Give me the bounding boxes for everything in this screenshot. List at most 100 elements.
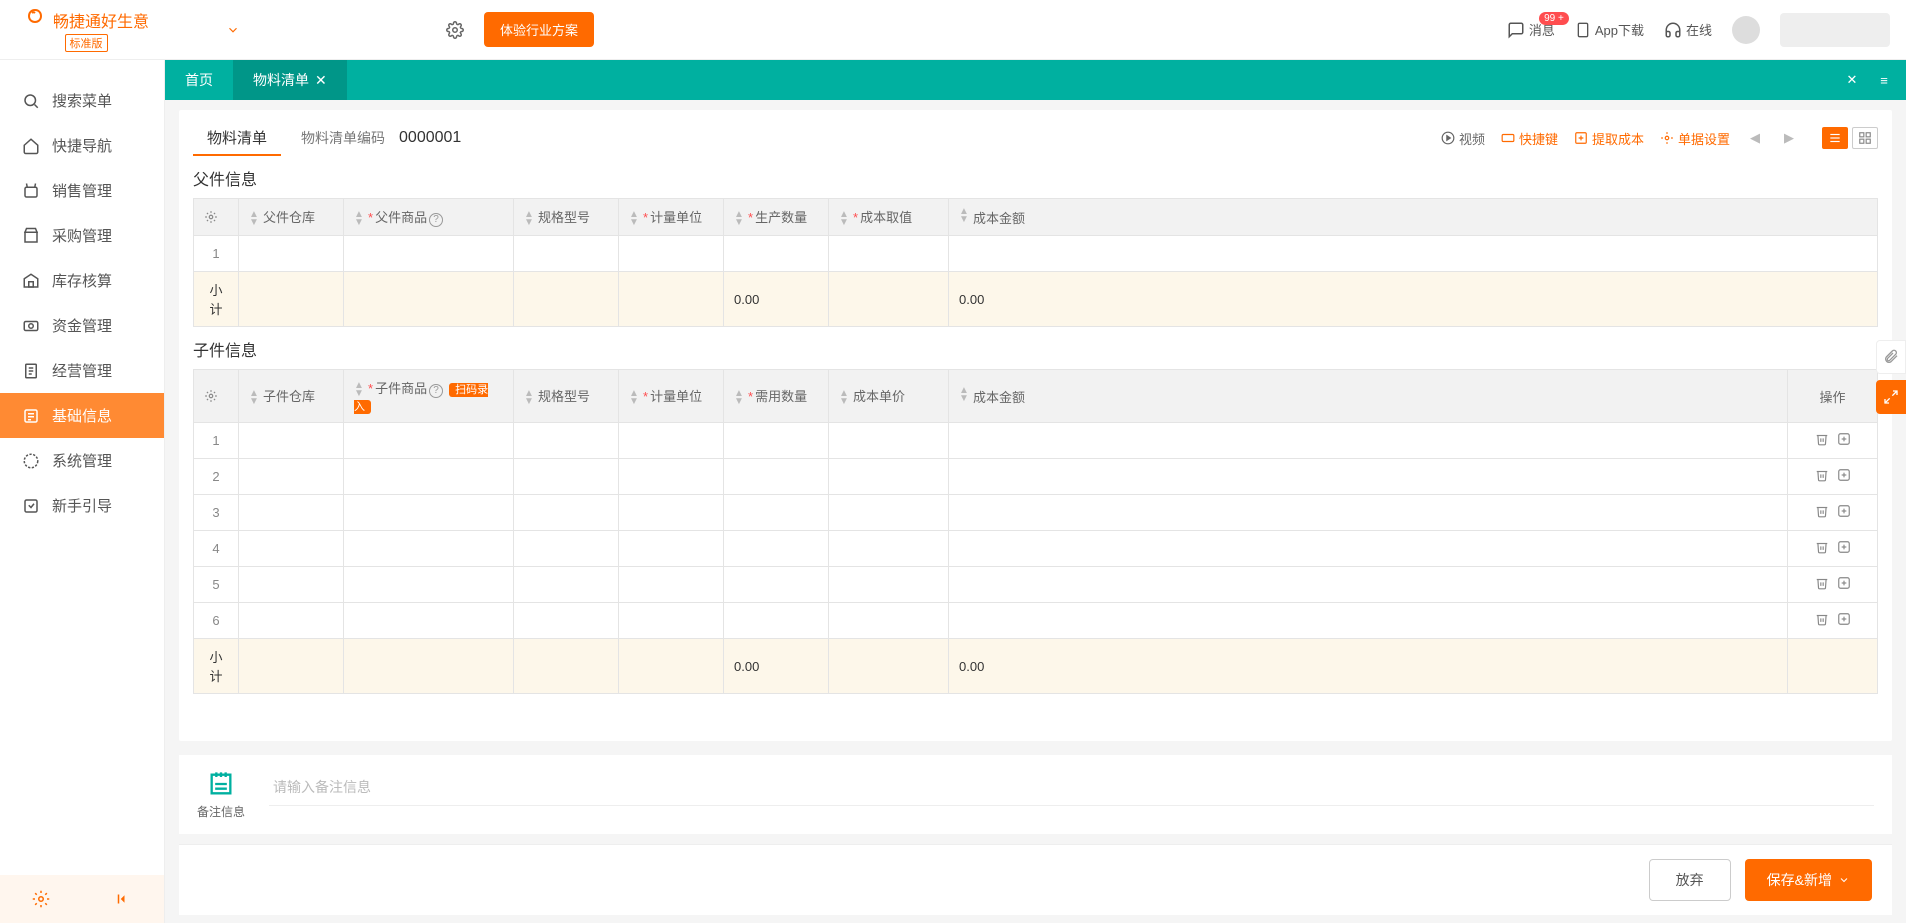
table-row[interactable]: 4 <box>194 531 1878 567</box>
row-num: 5 <box>194 567 239 603</box>
main: 首页 物料清单 ✕ ✕ ≡ 物料清单 物料清单 <box>165 60 1906 923</box>
sidebar-item-search[interactable]: 搜索菜单 <box>0 78 164 123</box>
logo: 畅捷通好生意 标准版 <box>16 8 156 52</box>
next-doc-icon[interactable]: ▶ <box>1780 130 1798 146</box>
user-profile-box[interactable] <box>1780 13 1890 47</box>
row-num: 4 <box>194 531 239 567</box>
sidebar-item-guide[interactable]: 新手引导 <box>0 483 164 528</box>
shortcut-link[interactable]: 快捷键 <box>1501 129 1558 148</box>
table-row[interactable]: 3 <box>194 495 1878 531</box>
child-col-needqty[interactable]: *需用数量 <box>724 370 829 423</box>
child-col-spec[interactable]: 规格型号 <box>514 370 619 423</box>
discard-button[interactable]: 放弃 <box>1649 859 1731 901</box>
chevron-down-icon <box>226 23 240 37</box>
download-label: App下载 <box>1595 20 1644 39</box>
add-row-icon[interactable] <box>1837 504 1851 518</box>
delete-row-icon[interactable] <box>1815 612 1829 626</box>
table-row[interactable]: 1 <box>194 423 1878 459</box>
attachment-icon[interactable] <box>1876 340 1906 374</box>
home-icon <box>22 137 40 155</box>
expand-icon[interactable] <box>1876 380 1906 414</box>
panel-head: 物料清单 物料清单编码 0000001 视频 <box>193 120 1878 156</box>
add-row-icon[interactable] <box>1837 540 1851 554</box>
sidebar-settings-icon[interactable] <box>32 890 50 908</box>
org-selector[interactable] <box>216 23 436 37</box>
stock-icon <box>22 272 40 290</box>
tab-close-icon[interactable]: ✕ <box>315 72 327 89</box>
parent-col-qty[interactable]: *生产数量 <box>724 199 829 236</box>
sidebar-item-label: 库存核算 <box>52 270 112 291</box>
table-row[interactable]: 2 <box>194 459 1878 495</box>
parent-col-warehouse[interactable]: 父件仓库 <box>239 199 344 236</box>
sidebar-item-system[interactable]: 系统管理 <box>0 438 164 483</box>
header-gear-icon[interactable] <box>446 21 464 39</box>
extract-cost-link[interactable]: 提取成本 <box>1574 129 1644 148</box>
tabs-menu-icon[interactable]: ≡ <box>1870 66 1898 94</box>
row-num: 1 <box>194 236 239 272</box>
remark-input[interactable] <box>269 769 1874 806</box>
parent-col-spec[interactable]: 规格型号 <box>514 199 619 236</box>
view-card-icon[interactable] <box>1852 127 1878 149</box>
try-industry-button[interactable]: 体验行业方案 <box>484 12 594 47</box>
save-new-button[interactable]: 保存&新增 <box>1745 859 1872 901</box>
parent-col-costamount[interactable]: 成本金额 <box>949 199 1878 236</box>
shortcut-label: 快捷键 <box>1519 129 1558 148</box>
sidebar-item-stock[interactable]: 库存核算 <box>0 258 164 303</box>
messages-badge: 99 + <box>1539 12 1569 25</box>
system-icon <box>22 452 40 470</box>
child-col-unit[interactable]: *计量单位 <box>619 370 724 423</box>
prev-doc-icon[interactable]: ◀ <box>1746 130 1764 146</box>
add-row-icon[interactable] <box>1837 432 1851 446</box>
messages-link[interactable]: 消息 99 + <box>1507 20 1555 39</box>
table-row[interactable]: 5 <box>194 567 1878 603</box>
child-col-product[interactable]: *子件商品?扫码录入 <box>344 370 514 423</box>
delete-row-icon[interactable] <box>1815 540 1829 554</box>
table-row[interactable]: 6 <box>194 603 1878 639</box>
tab-bom[interactable]: 物料清单 ✕ <box>233 60 347 100</box>
doc-settings-link[interactable]: 单据设置 <box>1660 129 1730 148</box>
delete-row-icon[interactable] <box>1815 504 1829 518</box>
row-ops <box>1788 459 1878 495</box>
table-row[interactable]: 1 <box>194 236 1878 272</box>
child-col-costamount[interactable]: 成本金额 <box>949 370 1788 423</box>
add-row-icon[interactable] <box>1837 612 1851 626</box>
tab-home[interactable]: 首页 <box>165 60 233 100</box>
add-row-icon[interactable] <box>1837 468 1851 482</box>
delete-row-icon[interactable] <box>1815 432 1829 446</box>
child-subtotal-label: 小计 <box>194 639 239 694</box>
sidebar-collapse-icon[interactable] <box>114 890 132 908</box>
delete-row-icon[interactable] <box>1815 576 1829 590</box>
parent-col-gear[interactable] <box>194 199 239 236</box>
close-all-tabs-icon[interactable]: ✕ <box>1838 66 1866 94</box>
view-list-icon[interactable] <box>1822 127 1848 149</box>
sidebar-item-info[interactable]: 基础信息 <box>0 393 164 438</box>
sidebar-item-money[interactable]: 资金管理 <box>0 303 164 348</box>
sidebar-item-cart[interactable]: 销售管理 <box>0 168 164 213</box>
child-col-costprice[interactable]: 成本单价 <box>829 370 949 423</box>
parent-col-product[interactable]: *父件商品? <box>344 199 514 236</box>
sidebar-item-bag[interactable]: 采购管理 <box>0 213 164 258</box>
sidebar-item-doc[interactable]: 经营管理 <box>0 348 164 393</box>
row-ops <box>1788 531 1878 567</box>
parent-table: 父件仓库 *父件商品? 规格型号 *计量单位 *生产数量 *成本取值 成本金额 … <box>193 198 1878 327</box>
parent-col-costbasis[interactable]: *成本取值 <box>829 199 949 236</box>
video-link[interactable]: 视频 <box>1441 129 1485 148</box>
parent-col-unit[interactable]: *计量单位 <box>619 199 724 236</box>
extract-cost-label: 提取成本 <box>1592 129 1644 148</box>
money-icon <box>22 317 40 335</box>
row-num: 6 <box>194 603 239 639</box>
online-label: 在线 <box>1686 20 1712 39</box>
row-ops <box>1788 603 1878 639</box>
online-support-link[interactable]: 在线 <box>1664 20 1712 39</box>
app-download-link[interactable]: App下载 <box>1575 20 1644 39</box>
remark-icon <box>207 769 235 799</box>
sidebar-item-label: 新手引导 <box>52 495 112 516</box>
user-avatar[interactable] <box>1732 16 1760 44</box>
child-col-gear[interactable] <box>194 370 239 423</box>
add-row-icon[interactable] <box>1837 576 1851 590</box>
sidebar-item-home[interactable]: 快捷导航 <box>0 123 164 168</box>
footer-bar: 放弃 保存&新增 <box>179 844 1892 915</box>
child-col-warehouse[interactable]: 子件仓库 <box>239 370 344 423</box>
delete-row-icon[interactable] <box>1815 468 1829 482</box>
top-header: 畅捷通好生意 标准版 体验行业方案 消息 99 + App下载 <box>0 0 1906 60</box>
